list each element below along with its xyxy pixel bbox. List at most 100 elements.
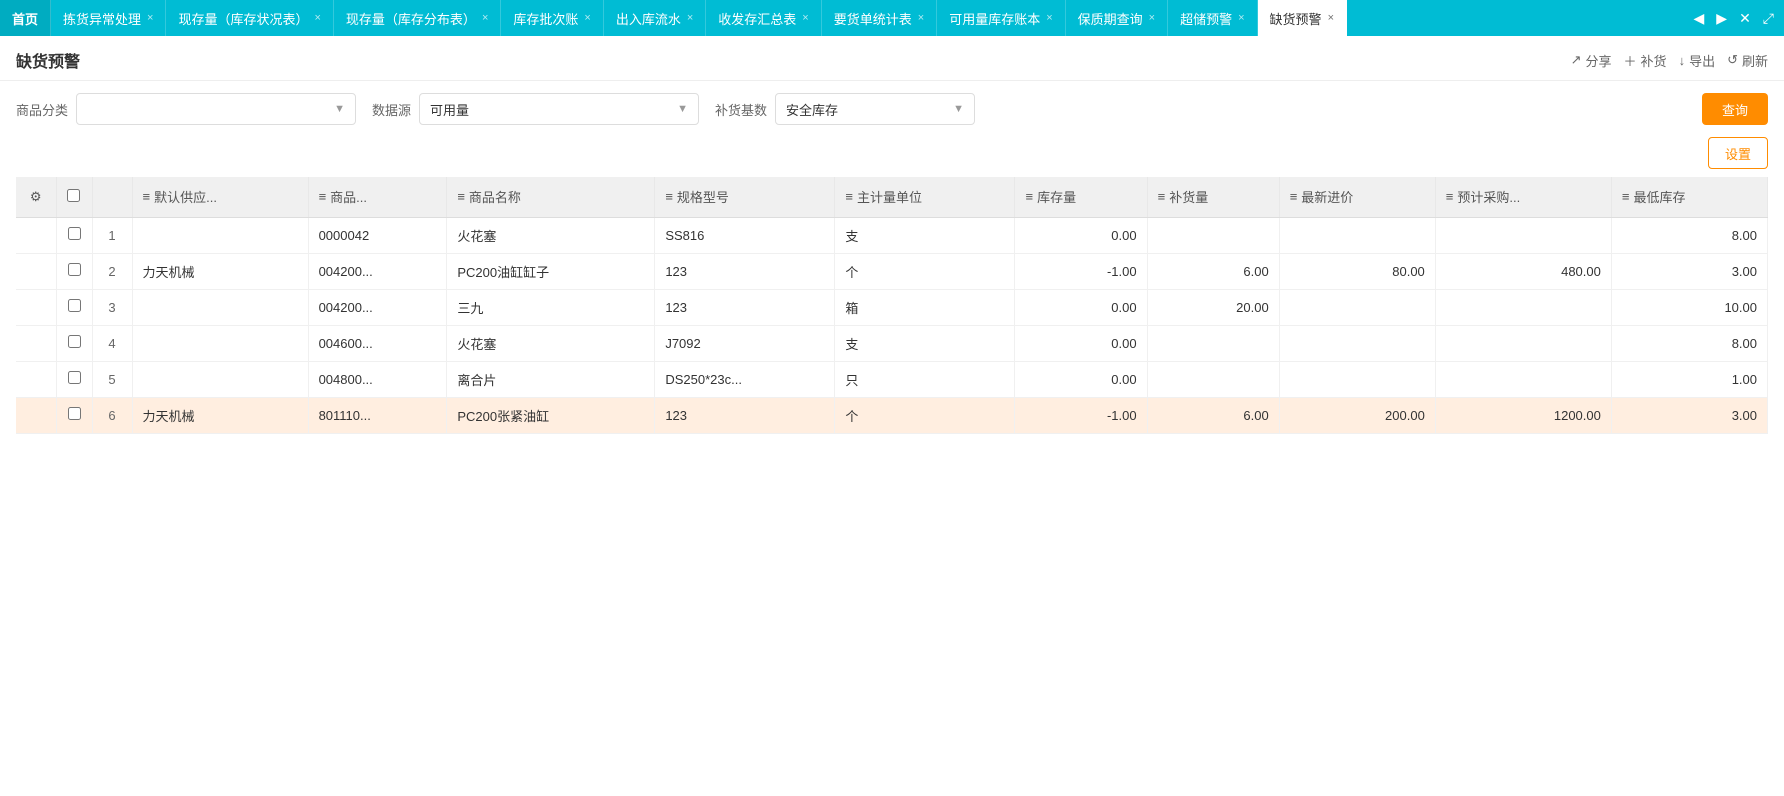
close-icon[interactable]: × [687,12,693,24]
row-gear-cell [16,397,56,433]
header-actions: ↗ 分享 ＋ 补货 ↓ 导出 ↺ 刷新 [1571,51,1768,70]
nav-tab-tab9[interactable]: 保质期查询× [1066,0,1168,36]
close-icon[interactable]: × [918,12,924,24]
page-title: 缺货预警 [16,48,1571,72]
nav-tab-tab11[interactable]: 缺货预警× [1258,0,1347,36]
page-header: 缺货预警 ↗ 分享 ＋ 补货 ↓ 导出 ↺ 刷新 [0,36,1784,81]
row-latest-price [1279,325,1435,361]
row-checkbox[interactable] [68,263,81,276]
close-icon[interactable]: × [482,12,488,24]
row-checkbox-cell[interactable] [56,289,92,325]
nav-tab-tab5[interactable]: 出入库流水× [604,0,706,36]
close-icon[interactable]: × [802,12,808,24]
th-gear[interactable]: ⚙ [16,177,56,217]
nav-home[interactable]: 首页 [0,0,51,36]
nav-tab-tab8[interactable]: 可用量库存账本× [937,0,1065,36]
row-checkbox[interactable] [68,407,81,420]
row-replenish-qty: 20.00 [1147,289,1279,325]
close-icon[interactable]: × [1046,12,1052,24]
table-row: 3 004200... 三九 123 箱 0.00 20.00 10.00 [16,289,1768,325]
export-button[interactable]: ↓ 导出 [1679,51,1716,70]
close-icon[interactable]: × [147,12,153,24]
nav-tab-tab6[interactable]: 收发存汇总表× [706,0,821,36]
th-spec[interactable]: ≡规格型号 [655,177,835,217]
share-button[interactable]: ↗ 分享 [1571,51,1612,70]
settings-row: 设置 [0,137,1784,177]
row-product-code: 004200... [308,289,447,325]
row-supplier: 力天机械 [132,397,308,433]
row-spec: DS250*23c... [655,361,835,397]
close-icon[interactable]: × [1149,12,1155,24]
th-est-purchase[interactable]: ≡预计采购... [1435,177,1611,217]
datasource-label: 数据源 [372,100,411,119]
category-filter-group: 商品分类 ▼ [16,93,356,125]
th-product-name[interactable]: ≡商品名称 [447,177,655,217]
nav-bar: 首页 拣货异常处理×现存量（库存状况表）×现存量（库存分布表）×库存批次账×出入… [0,0,1784,36]
close-icon[interactable]: × [584,12,590,24]
row-checkbox-cell[interactable] [56,217,92,253]
table-header-row: ⚙ ≡默认供应... ≡商品... ≡商品名称 ≡规格型号 [16,177,1768,217]
nav-tab-tab3[interactable]: 现存量（库存分布表）× [334,0,501,36]
row-stock: -1.00 [1015,397,1147,433]
row-checkbox-cell[interactable] [56,361,92,397]
nav-fullscreen-btn[interactable]: ⤢ [1757,6,1780,31]
category-select[interactable]: ▼ [76,93,356,125]
row-est-purchase [1435,289,1611,325]
close-icon[interactable]: × [1328,12,1334,24]
query-button[interactable]: 查询 [1702,93,1768,125]
th-replenish-qty[interactable]: ≡补货量 [1147,177,1279,217]
nav-next-btn[interactable]: ▶ [1710,6,1733,31]
row-min-stock: 10.00 [1611,289,1767,325]
row-stock: -1.00 [1015,253,1147,289]
row-checkbox-cell[interactable] [56,325,92,361]
row-product-name: PC200油缸缸子 [447,253,655,289]
nav-prev-btn[interactable]: ◀ [1688,6,1711,31]
close-icon[interactable]: × [314,12,320,24]
row-product-code: 004800... [308,361,447,397]
row-spec: 123 [655,289,835,325]
row-checkbox-cell[interactable] [56,253,92,289]
row-product-name: 火花塞 [447,325,655,361]
row-checkbox[interactable] [68,227,81,240]
row-est-purchase [1435,217,1611,253]
settings-button[interactable]: 设置 [1708,137,1768,169]
row-checkbox[interactable] [68,299,81,312]
th-unit[interactable]: ≡主计量单位 [835,177,1015,217]
replenish-base-select[interactable]: 安全库存 ▼ [775,93,975,125]
nav-tab-tab4[interactable]: 库存批次账× [501,0,603,36]
nav-controls: ◀ ▶ ✕ ⤢ [1684,6,1784,31]
datasource-filter-group: 数据源 可用量 ▼ [372,93,699,125]
th-latest-price[interactable]: ≡最新进价 [1279,177,1435,217]
th-rownum [92,177,132,217]
nav-tab-tab2[interactable]: 现存量（库存状况表）× [166,0,333,36]
row-replenish-qty: 6.00 [1147,397,1279,433]
row-min-stock: 1.00 [1611,361,1767,397]
row-min-stock: 3.00 [1611,253,1767,289]
nav-close-btn[interactable]: ✕ [1733,6,1757,31]
th-min-stock[interactable]: ≡最低库存 [1611,177,1767,217]
gear-icon[interactable]: ⚙ [30,189,42,204]
row-number: 6 [92,397,132,433]
th-supplier[interactable]: ≡默认供应... [132,177,308,217]
row-replenish-qty [1147,217,1279,253]
row-est-purchase: 1200.00 [1435,397,1611,433]
main-content: 缺货预警 ↗ 分享 ＋ 补货 ↓ 导出 ↺ 刷新 商品分类 [0,36,1784,796]
nav-tab-tab1[interactable]: 拣货异常处理× [51,0,166,36]
th-checkbox [56,177,92,217]
row-stock: 0.00 [1015,325,1147,361]
row-checkbox[interactable] [68,371,81,384]
th-product-code[interactable]: ≡商品... [308,177,447,217]
row-checkbox[interactable] [68,335,81,348]
select-all-checkbox[interactable] [67,189,80,202]
close-icon[interactable]: × [1238,12,1244,24]
row-number: 2 [92,253,132,289]
row-checkbox-cell[interactable] [56,397,92,433]
row-gear-cell [16,361,56,397]
nav-tab-tab10[interactable]: 超储预警× [1168,0,1257,36]
datasource-select[interactable]: 可用量 ▼ [419,93,699,125]
replenish-button[interactable]: ＋ 补货 [1624,51,1667,70]
refresh-button[interactable]: ↺ 刷新 [1727,51,1768,70]
th-stock[interactable]: ≡库存量 [1015,177,1147,217]
row-number: 3 [92,289,132,325]
nav-tab-tab7[interactable]: 要货单统计表× [822,0,937,36]
